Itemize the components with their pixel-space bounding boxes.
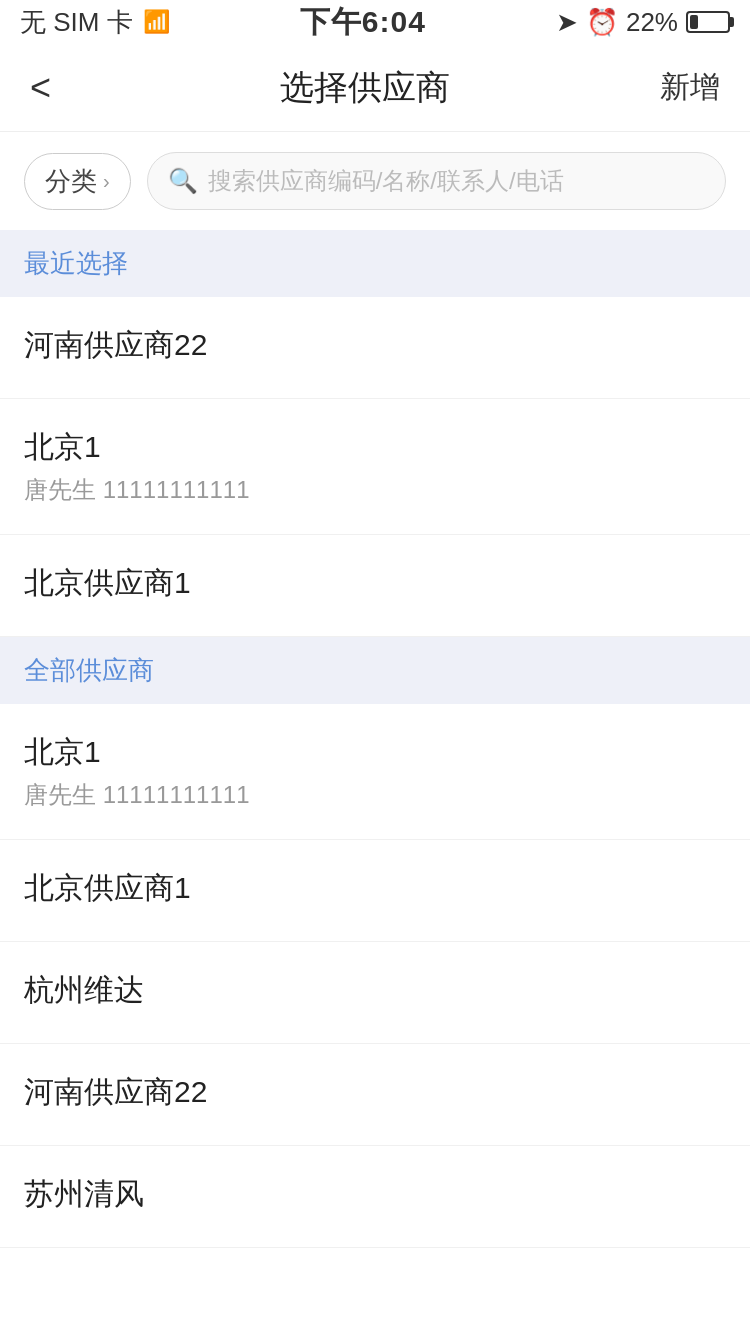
all-section-header: 全部供应商	[0, 637, 750, 704]
search-placeholder: 搜索供应商编码/名称/联系人/电话	[208, 165, 564, 197]
category-label: 分类	[45, 164, 97, 199]
search-box[interactable]: 🔍 搜索供应商编码/名称/联系人/电话	[147, 152, 726, 210]
category-button[interactable]: 分类 ›	[24, 153, 131, 210]
list-item[interactable]: 北京供应商1	[0, 840, 750, 942]
list-item[interactable]: 苏州清风	[0, 1146, 750, 1248]
list-item[interactable]: 北京1 唐先生 11111111111	[0, 704, 750, 840]
alarm-icon: ⏰	[586, 7, 618, 38]
item-name: 苏州清风	[24, 1174, 726, 1215]
status-right: ➤ ⏰ 22%	[556, 7, 730, 38]
add-button[interactable]: 新增	[640, 67, 720, 108]
all-section-label: 全部供应商	[24, 655, 154, 685]
battery-percent: 22%	[626, 7, 678, 38]
battery-icon	[686, 11, 730, 33]
list-item[interactable]: 北京1 唐先生 11111111111	[0, 399, 750, 535]
status-time: 下午6:04	[300, 2, 426, 43]
chevron-right-icon: ›	[103, 170, 110, 193]
item-name: 河南供应商22	[24, 1072, 726, 1113]
item-sub: 唐先生 11111111111	[24, 474, 726, 506]
item-name: 北京供应商1	[24, 868, 726, 909]
search-icon: 🔍	[168, 167, 198, 195]
nav-bar: < 选择供应商 新增	[0, 44, 750, 132]
item-name: 北京1	[24, 732, 726, 773]
recent-section-header: 最近选择	[0, 230, 750, 297]
status-bar: 无 SIM 卡 📶 下午6:04 ➤ ⏰ 22%	[0, 0, 750, 44]
status-left: 无 SIM 卡 📶	[20, 5, 170, 40]
item-name: 河南供应商22	[24, 325, 726, 366]
list-item[interactable]: 河南供应商22	[0, 297, 750, 399]
item-sub: 唐先生 11111111111	[24, 779, 726, 811]
back-icon: <	[30, 67, 51, 109]
recent-section-label: 最近选择	[24, 248, 128, 278]
page-title: 选择供应商	[90, 65, 640, 111]
filter-bar: 分类 › 🔍 搜索供应商编码/名称/联系人/电话	[0, 132, 750, 230]
item-name: 北京1	[24, 427, 726, 468]
all-list: 北京1 唐先生 11111111111 北京供应商1 杭州维达河南供应商22 苏州清风	[0, 704, 750, 1248]
back-button[interactable]: <	[30, 67, 90, 109]
sim-status: 无 SIM 卡	[20, 5, 133, 40]
list-item[interactable]: 北京供应商1	[0, 535, 750, 637]
list-item[interactable]: 杭州维达	[0, 942, 750, 1044]
wifi-icon: 📶	[143, 9, 170, 35]
list-item[interactable]: 河南供应商22	[0, 1044, 750, 1146]
location-icon: ➤	[556, 7, 578, 38]
item-name: 杭州维达	[24, 970, 726, 1011]
item-name: 北京供应商1	[24, 563, 726, 604]
recent-list: 河南供应商22 北京1 唐先生 11111111111 北京供应商1	[0, 297, 750, 637]
